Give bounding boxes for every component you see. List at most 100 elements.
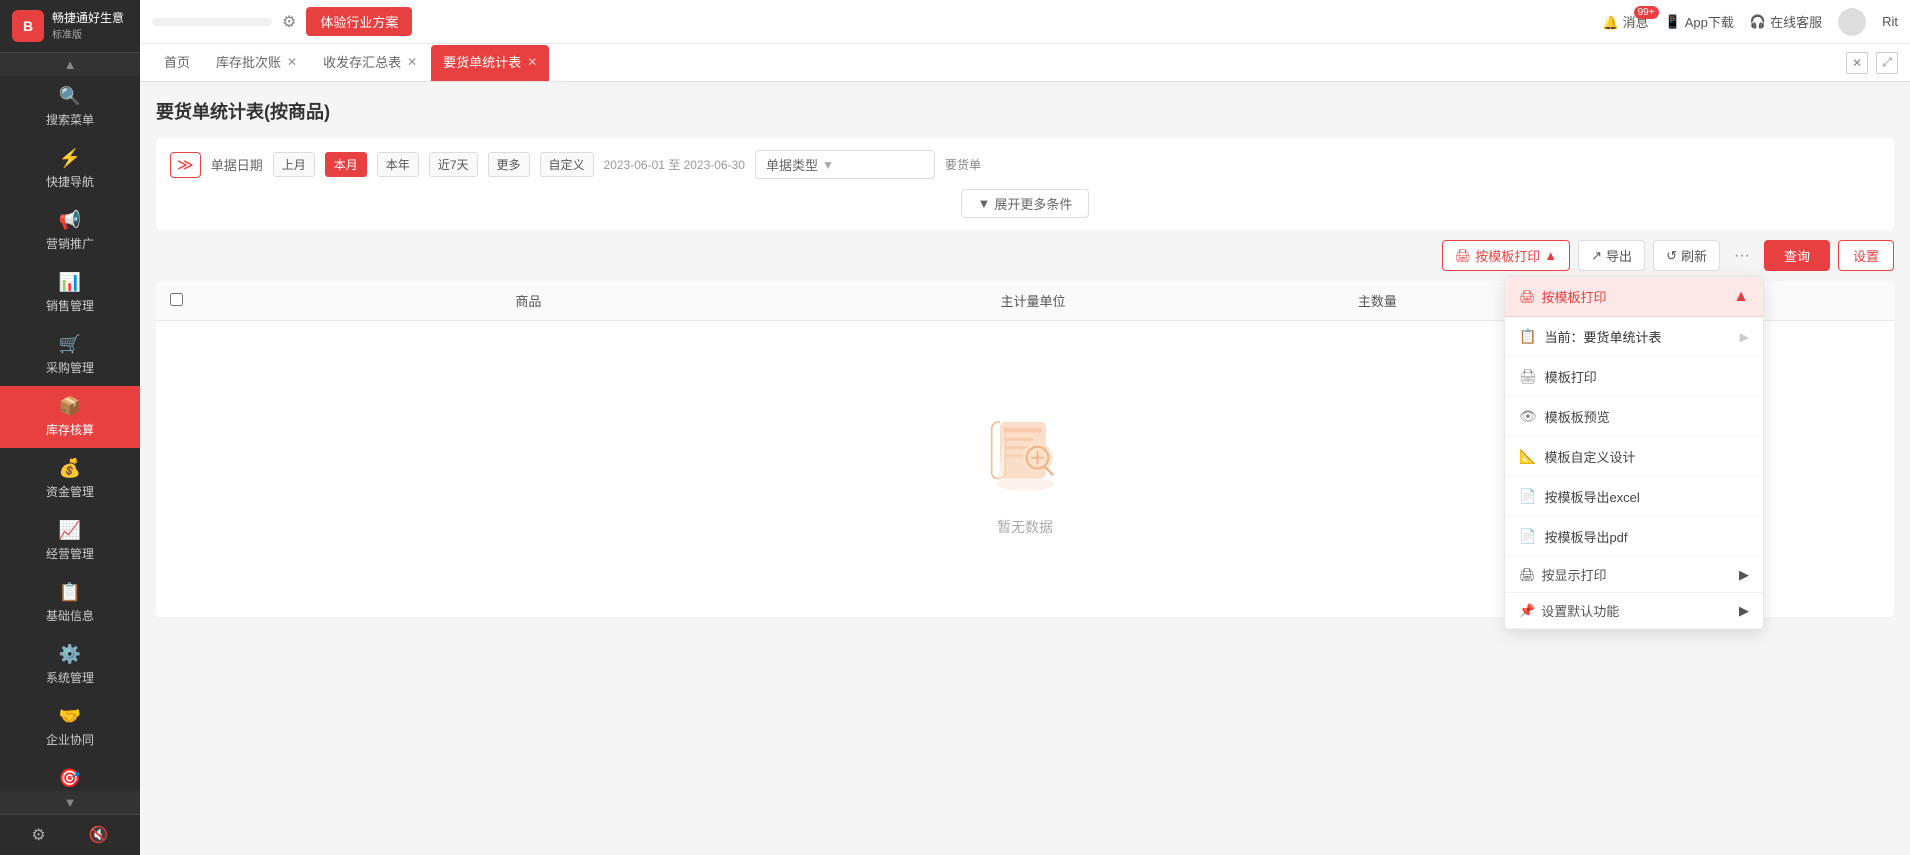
settings-bottom-icon[interactable]: ⚙ (31, 825, 45, 845)
pdf-icon: 📄 (1519, 528, 1536, 545)
display-print-icon: 🖨 (1519, 567, 1536, 583)
order-type-select[interactable]: 单据类型 ▼ (755, 150, 935, 179)
download-icon: 📱 (1665, 14, 1681, 30)
dropdown-template-print[interactable]: 🖨 模板打印 (1505, 357, 1763, 397)
sidebar-item-basic[interactable]: 📋 基础信息 (0, 572, 140, 634)
sidebar-item-shortcut[interactable]: ⚡ 快捷导航 (0, 138, 140, 200)
tab-receivable-summary-close[interactable]: ✕ (407, 55, 417, 69)
empty-text: 暂无数据 (997, 517, 1053, 537)
mute-icon[interactable]: 🔇 (89, 825, 109, 845)
date-btn-more[interactable]: 更多 (488, 152, 530, 177)
sidebar-scroll-down[interactable]: ▼ (0, 791, 140, 814)
template-print-label: 模板打印 (1545, 367, 1749, 386)
sidebar-item-sales[interactable]: 📊 销售管理 (0, 262, 140, 324)
design-icon: 📐 (1519, 448, 1536, 465)
template-preview-label: 模板板预览 (1545, 407, 1749, 426)
topbar: ⚙ 体验行业方案 🔔 消息 99+ 📱 App下载 🎧 在线客服 Rit (140, 0, 1910, 44)
topbar-right: 🔔 消息 99+ 📱 App下载 🎧 在线客服 Rit (1603, 8, 1898, 36)
set-default-left: 📌 设置默认功能 (1519, 601, 1619, 620)
excel-icon: 📄 (1519, 488, 1536, 505)
date-btn-custom[interactable]: 自定义 (540, 152, 594, 177)
maximize-window-btn[interactable]: ⤢ (1876, 52, 1898, 74)
headset-icon: 🎧 (1750, 14, 1766, 30)
sidebar-item-search[interactable]: 🔍 搜索菜单 (0, 76, 140, 138)
sidebar-item-marketing[interactable]: 📢 营销推广 (0, 200, 140, 262)
topbar-search[interactable] (152, 18, 272, 26)
th-product: 商品 (196, 291, 861, 310)
sidebar-item-purchase[interactable]: 🛒 采购管理 (0, 324, 140, 386)
sidebar-item-label: 快捷导航 (46, 173, 94, 190)
sidebar-item-label: 采购管理 (46, 359, 94, 376)
dropdown-export-excel[interactable]: 📄 按模板导出excel (1505, 477, 1763, 517)
filter-row-1: ≫ 单据日期 上月 本月 本年 近7天 更多 自定义 2023-06-01 至 … (170, 150, 1880, 179)
sidebar-item-label: 库存核算 (46, 421, 94, 438)
date-label: 单据日期 (211, 155, 263, 174)
date-btn-last-month[interactable]: 上月 (273, 152, 315, 177)
yh-label: 要货单 (945, 156, 981, 173)
date-btn-this-month[interactable]: 本月 (325, 152, 367, 177)
sidebar-item-label: 营销推广 (46, 235, 94, 252)
tab-inventory-batch-close[interactable]: ✕ (287, 55, 297, 69)
dropdown-template-preview[interactable]: 👁 模板板预览 (1505, 397, 1763, 437)
template-design-label: 模板自定义设计 (1544, 447, 1749, 466)
th-unit: 主计量单位 (861, 291, 1205, 310)
sidebar-logo: B 畅捷通好生意 标准版 (0, 0, 140, 53)
select-all-checkbox[interactable] (170, 293, 183, 306)
sidebar-item-business[interactable]: 📈 经营管理 (0, 510, 140, 572)
display-print-label: 按显示打印 (1542, 565, 1607, 584)
dropdown-current[interactable]: 📋 当前：要货单统计表 ▶ (1505, 317, 1763, 357)
sidebar-item-label: 企业协同 (46, 731, 94, 748)
refresh-btn[interactable]: ↺ 刷新 (1653, 240, 1720, 271)
current-template-icon: 📋 (1519, 328, 1536, 345)
sidebar-item-inventory[interactable]: 📦 库存核算 (0, 386, 140, 448)
trial-button[interactable]: 体验行业方案 (306, 7, 412, 36)
tab-order-stats-close[interactable]: ✕ (527, 55, 537, 69)
sidebar-item-cooperation[interactable]: 🤝 企业协同 (0, 696, 140, 758)
tab-order-stats[interactable]: 要货单统计表 ✕ (431, 45, 549, 81)
app-download-link[interactable]: 📱 App下载 (1665, 12, 1734, 31)
topbar-settings-icon[interactable]: ⚙ (282, 12, 296, 32)
date-btn-this-year[interactable]: 本年 (377, 152, 419, 177)
export-icon: ↗ (1591, 248, 1602, 264)
box-icon: 📦 (59, 396, 81, 417)
dropdown-export-pdf[interactable]: 📄 按模板导出pdf (1505, 517, 1763, 557)
filter-bar: ≫ 单据日期 上月 本月 本年 近7天 更多 自定义 2023-06-01 至 … (156, 138, 1894, 230)
sidebar-item-system[interactable]: ⚙️ 系统管理 (0, 634, 140, 696)
dropdown-template-design[interactable]: 📐 模板自定义设计 (1505, 437, 1763, 477)
tab-home[interactable]: 首页 (152, 45, 202, 81)
sidebar-item-label: 资金管理 (46, 483, 94, 500)
chart-icon: 📊 (59, 272, 81, 293)
sidebar-item-finance[interactable]: 💰 资金管理 (0, 448, 140, 510)
clipboard-icon: 📋 (59, 582, 81, 603)
settings-btn[interactable]: 设置 (1838, 240, 1894, 271)
more-options-btn[interactable]: ··· (1728, 243, 1756, 269)
printer-icon: 🖨 (1455, 248, 1472, 264)
date-btn-last-7-days[interactable]: 近7天 (429, 152, 478, 177)
close-window-btn[interactable]: ✕ (1846, 52, 1868, 74)
display-print-arrow: ▶ (1739, 567, 1749, 583)
sidebar-item-guide[interactable]: 🎯 新手引导 (0, 758, 140, 791)
tab-inventory-batch[interactable]: 库存批次账 ✕ (204, 45, 309, 81)
online-service-link[interactable]: 🎧 在线客服 (1750, 12, 1822, 31)
tab-receivable-summary[interactable]: 收发存汇总表 ✕ (311, 45, 429, 81)
username[interactable]: Rit (1882, 14, 1898, 29)
empty-illustration (975, 401, 1075, 501)
filter-toggle-icon[interactable]: ≫ (170, 152, 201, 178)
sidebar-bottom: ⚙ 🔇 (0, 814, 140, 855)
trending-icon: 📈 (59, 520, 81, 541)
expand-btn[interactable]: ▼ 展开更多条件 (961, 189, 1090, 218)
set-default-icon: 📌 (1519, 603, 1535, 619)
dropdown-close-btn[interactable]: ▲ (1733, 288, 1749, 306)
query-btn[interactable]: 查询 (1764, 240, 1830, 271)
export-btn[interactable]: ↗ 导出 (1578, 240, 1645, 271)
avatar[interactable] (1838, 8, 1866, 36)
current-template-label: 当前：要货单统计表 (1544, 327, 1731, 346)
sidebar-nav: 🔍 搜索菜单 ⚡ 快捷导航 📢 营销推广 📊 销售管理 🛒 采购管理 📦 库存核… (0, 76, 140, 791)
dropdown-display-print[interactable]: 🖨 按显示打印 ▶ (1505, 557, 1763, 593)
print-template-btn[interactable]: 🖨 按模板打印 ▲ (1442, 240, 1570, 271)
sidebar-scroll-up[interactable]: ▲ (0, 53, 140, 76)
dropdown-set-default[interactable]: 📌 设置默认功能 ▶ (1505, 593, 1763, 629)
refresh-icon: ↺ (1666, 248, 1677, 264)
sidebar-item-label: 销售管理 (46, 297, 94, 314)
notification-btn[interactable]: 🔔 消息 99+ (1603, 12, 1649, 31)
